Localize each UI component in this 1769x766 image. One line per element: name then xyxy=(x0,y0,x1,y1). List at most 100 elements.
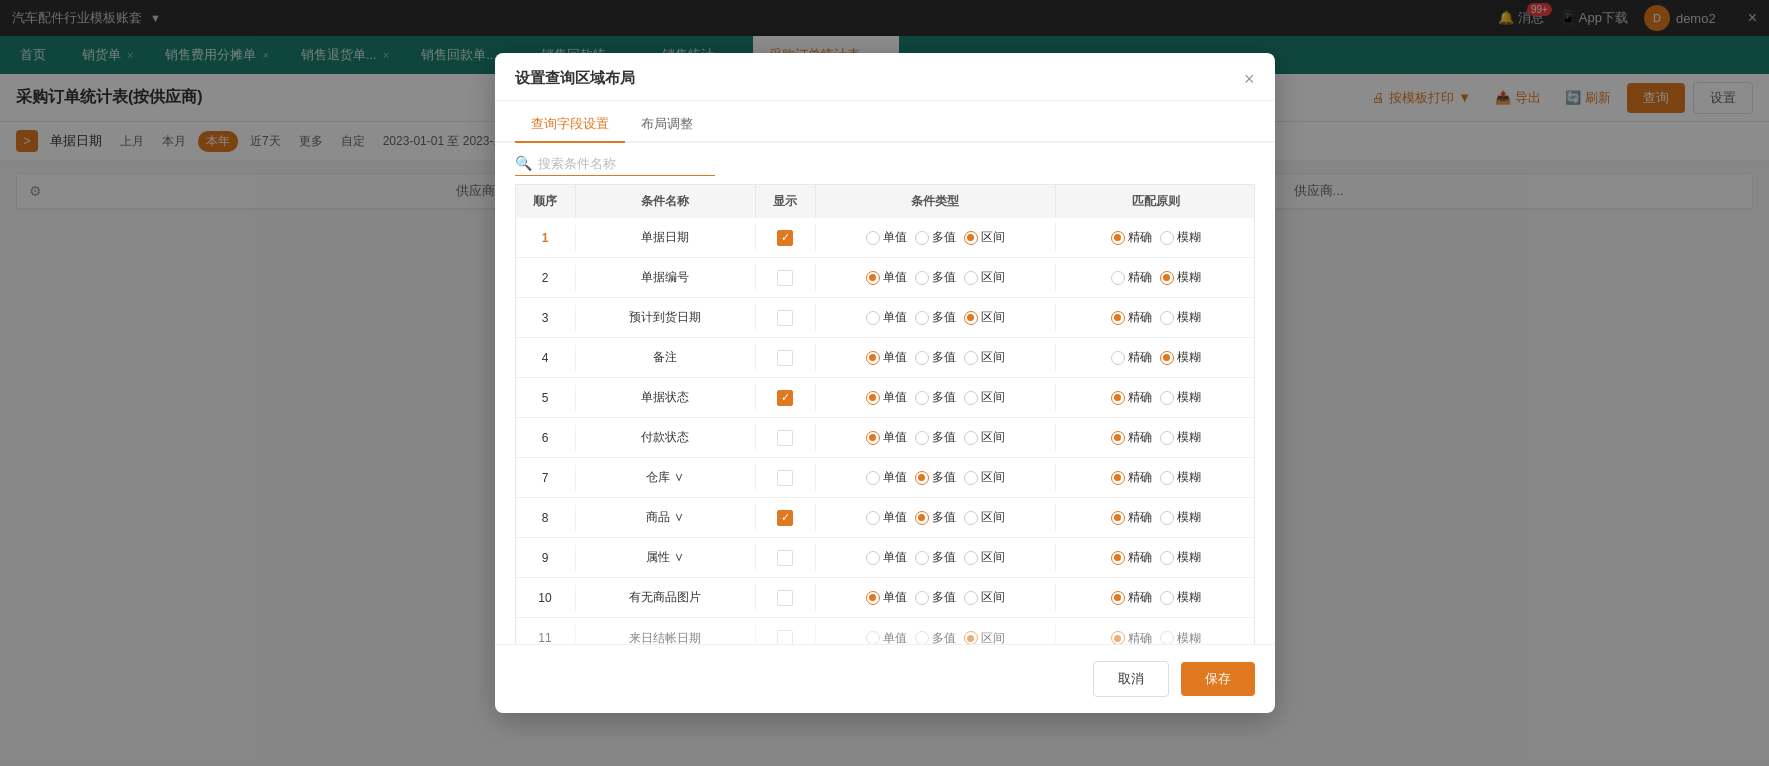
row-10-match: 精确 模糊 xyxy=(1056,583,1255,612)
modal-overlay: 设置查询区域布局 × 查询字段设置 布局调整 🔍 顺序 条件名称 显示 xyxy=(0,0,1769,761)
row-2-checkbox[interactable] xyxy=(777,270,793,286)
row-8-match: 精确 模糊 xyxy=(1056,503,1255,532)
row-5-match: 精确 模糊 xyxy=(1056,383,1255,412)
row-8-name: 商品 ∨ xyxy=(576,503,756,532)
dialog-tabs: 查询字段设置 布局调整 xyxy=(495,105,1275,143)
row-7-order: 7 xyxy=(516,465,576,491)
row-5-name: 单据状态 xyxy=(576,383,756,412)
row-10-check[interactable] xyxy=(756,584,816,612)
row-9-checkbox[interactable] xyxy=(777,550,793,566)
row-11-checkbox[interactable] xyxy=(777,630,793,644)
row-8-cond-type: 单值 多值 区间 xyxy=(816,503,1056,532)
row-6-check[interactable] xyxy=(756,424,816,452)
row-2-order: 2 xyxy=(516,265,576,291)
row-1-cond-single-radio[interactable] xyxy=(866,231,880,245)
row-4-order: 4 xyxy=(516,345,576,371)
row-1-cond-multi[interactable]: 多值 xyxy=(915,229,956,246)
row-2-name: 单据编号 xyxy=(576,263,756,292)
row-5-cond-type: 单值 多值 区间 xyxy=(816,383,1056,412)
row-11-cond-type: 单值 多值 区间 xyxy=(816,624,1056,645)
table-row: 3 预计到货日期 单值 多值 xyxy=(516,298,1254,338)
save-btn[interactable]: 保存 xyxy=(1181,662,1255,696)
head-name: 条件名称 xyxy=(576,185,756,218)
row-11-name: 来日结帐日期 xyxy=(576,624,756,645)
row-2-match: 精确 模糊 xyxy=(1056,263,1255,292)
row-9-name: 属性 ∨ xyxy=(576,543,756,572)
dialog-tab-layout-label: 布局调整 xyxy=(641,116,693,131)
table-row: 10 有无商品图片 单值 多值 xyxy=(516,578,1254,618)
row-6-order: 6 xyxy=(516,425,576,451)
row-1-cond-radio-group: 单值 多值 区间 xyxy=(866,229,1005,246)
head-display: 显示 xyxy=(756,185,816,218)
row-5-order: 5 xyxy=(516,385,576,411)
row-2-check[interactable] xyxy=(756,264,816,292)
head-match: 匹配原则 xyxy=(1056,185,1255,218)
row-1-checkbox[interactable] xyxy=(777,230,793,246)
row-9-check[interactable] xyxy=(756,544,816,572)
row-3-check[interactable] xyxy=(756,304,816,332)
row-4-name: 备注 xyxy=(576,343,756,372)
row-8-order: 8 xyxy=(516,505,576,531)
table-row: 5 单据状态 单值 多值 xyxy=(516,378,1254,418)
row-1-cond-range-radio[interactable] xyxy=(964,231,978,245)
row-6-name: 付款状态 xyxy=(576,423,756,452)
table-row: 9 属性 ∨ 单值 多值 xyxy=(516,538,1254,578)
row-4-check[interactable] xyxy=(756,344,816,372)
row-5-checkbox[interactable] xyxy=(777,390,793,406)
table-row: 4 备注 单值 多值 xyxy=(516,338,1254,378)
row-10-order: 10 xyxy=(516,585,576,611)
row-1-match-radio-group: 精确 模糊 xyxy=(1111,229,1201,246)
row-7-cond-type: 单值 多值 区间 xyxy=(816,463,1056,492)
dialog-close-btn[interactable]: × xyxy=(1244,70,1255,88)
table-row: 11 来日结帐日期 单值 多值 xyxy=(516,618,1254,644)
dialog-tab-query-fields[interactable]: 查询字段设置 xyxy=(515,105,625,143)
row-7-checkbox[interactable] xyxy=(777,470,793,486)
row-9-order: 9 xyxy=(516,545,576,571)
row-5-check[interactable] xyxy=(756,384,816,412)
row-8-check[interactable] xyxy=(756,504,816,532)
row-1-match-exact-radio[interactable] xyxy=(1111,231,1125,245)
dialog-footer: 取消 保存 xyxy=(495,644,1275,713)
row-1-match-fuzzy[interactable]: 模糊 xyxy=(1160,229,1201,246)
row-3-cond-type: 单值 多值 区间 xyxy=(816,303,1056,332)
dialog-table: 顺序 条件名称 显示 条件类型 匹配原则 1 单据日期 xyxy=(515,184,1255,644)
search-icon: 🔍 xyxy=(515,155,532,171)
row-11-order: 11 xyxy=(516,625,576,644)
table-row: 6 付款状态 单值 多值 xyxy=(516,418,1254,458)
row-7-name: 仓库 ∨ xyxy=(576,463,756,492)
search-input[interactable] xyxy=(538,156,698,171)
row-7-check[interactable] xyxy=(756,464,816,492)
row-1-cond-multi-radio[interactable] xyxy=(915,231,929,245)
row-1-order: 1 xyxy=(516,225,576,251)
row-3-checkbox[interactable] xyxy=(777,310,793,326)
row-1-name: 单据日期 xyxy=(576,223,756,252)
search-wrap: 🔍 xyxy=(515,155,715,176)
cancel-btn[interactable]: 取消 xyxy=(1093,661,1169,697)
row-1-match-exact[interactable]: 精确 xyxy=(1111,229,1152,246)
row-10-name: 有无商品图片 xyxy=(576,583,756,612)
row-8-checkbox[interactable] xyxy=(777,510,793,526)
table-row: 7 仓库 ∨ 单值 多值 xyxy=(516,458,1254,498)
head-order: 顺序 xyxy=(516,185,576,218)
table-row: 8 商品 ∨ 单值 多值 xyxy=(516,498,1254,538)
head-cond-type: 条件类型 xyxy=(816,185,1056,218)
row-6-cond-type: 单值 多值 区间 xyxy=(816,423,1056,452)
row-1-match-fuzzy-radio[interactable] xyxy=(1160,231,1174,245)
row-6-checkbox[interactable] xyxy=(777,430,793,446)
row-1-match: 精确 模糊 xyxy=(1056,223,1255,252)
row-3-match: 精确 模糊 xyxy=(1056,303,1255,332)
dialog-tab-layout[interactable]: 布局调整 xyxy=(625,105,709,143)
row-11-check[interactable] xyxy=(756,624,816,644)
row-10-checkbox[interactable] xyxy=(777,590,793,606)
row-4-match: 精确 模糊 xyxy=(1056,343,1255,372)
row-4-checkbox[interactable] xyxy=(777,350,793,366)
row-1-check[interactable] xyxy=(756,224,816,252)
row-2-cond-type: 单值 多值 区间 xyxy=(816,263,1056,292)
row-1-cond-type: 单值 多值 区间 xyxy=(816,223,1056,252)
row-6-match: 精确 模糊 xyxy=(1056,423,1255,452)
row-7-match: 精确 模糊 xyxy=(1056,463,1255,492)
settings-dialog: 设置查询区域布局 × 查询字段设置 布局调整 🔍 顺序 条件名称 显示 xyxy=(495,53,1275,713)
row-11-match: 精确 模糊 xyxy=(1056,624,1255,645)
row-1-cond-single[interactable]: 单值 xyxy=(866,229,907,246)
row-1-cond-range[interactable]: 区间 xyxy=(964,229,1005,246)
